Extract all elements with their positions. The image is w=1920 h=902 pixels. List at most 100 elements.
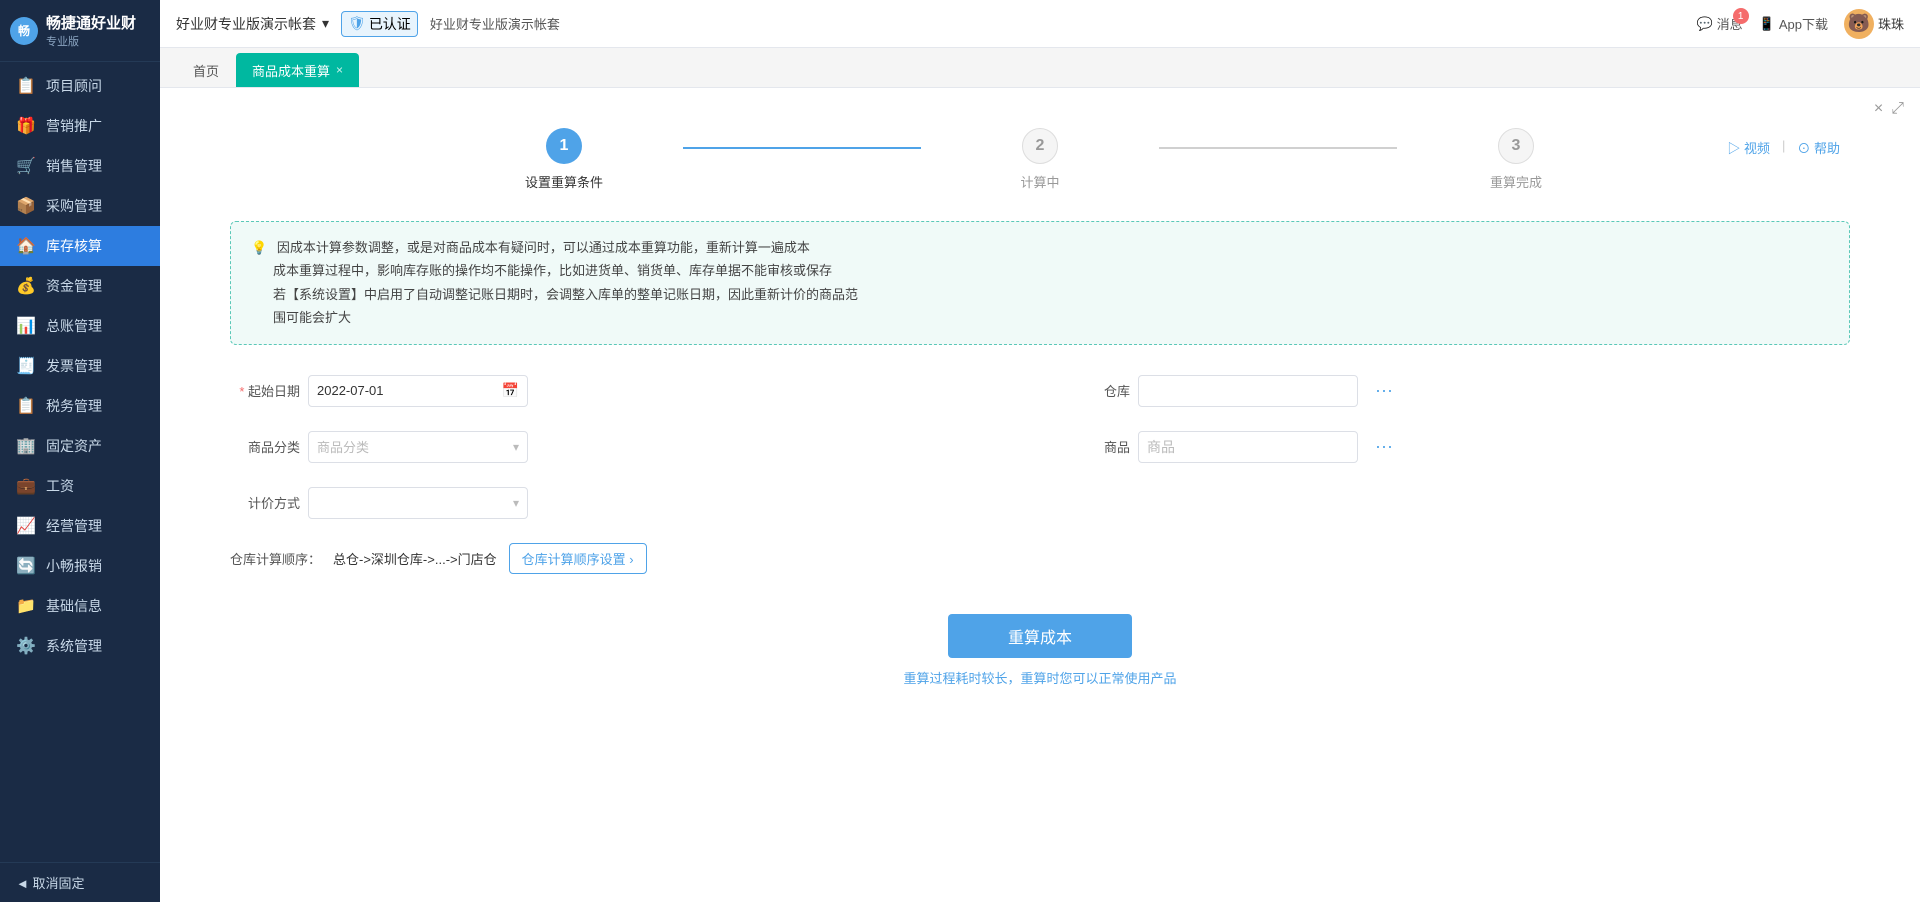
expense-icon: 🔄 bbox=[16, 556, 36, 576]
tab-recalc-label: 商品成本重算 bbox=[252, 61, 330, 80]
tab-close-icon[interactable]: × bbox=[336, 63, 343, 77]
verified-text: 已认证 bbox=[369, 14, 411, 34]
notification-badge: 1 bbox=[1733, 8, 1749, 24]
account-name: 好业财专业版演示帐套 bbox=[176, 14, 316, 34]
help-link[interactable]: ⊙ 帮助 bbox=[1797, 138, 1840, 157]
marketing-icon: 🎁 bbox=[16, 116, 36, 136]
action-area: 重算成本 重算过程耗时较长，重算时您可以正常使用产品 bbox=[190, 604, 1890, 707]
warehouse-order-label: 仓库计算顺序： bbox=[230, 549, 321, 568]
info-line-4: 围可能会扩大 bbox=[273, 310, 351, 325]
info-box: 💡 因成本计算参数调整，或是对商品成本有疑问时，可以通过成本重算功能，重新计算一… bbox=[230, 221, 1850, 345]
step-container: 1 设置重算条件 2 计算中 3 重算完成 ▷ 视频 | ⊙ 帮助 bbox=[190, 108, 1890, 221]
sidebar-item-finance[interactable]: 💰 资金管理 bbox=[0, 266, 160, 306]
purchase-icon: 📦 bbox=[16, 196, 36, 216]
expand-window-button[interactable]: ⤢ bbox=[1891, 100, 1904, 118]
sidebar-item-label: 基础信息 bbox=[46, 596, 102, 616]
sidebar-item-label: 总账管理 bbox=[46, 316, 102, 336]
goods-input[interactable]: 商品 bbox=[1138, 431, 1358, 463]
tab-recalc[interactable]: 商品成本重算 × bbox=[236, 53, 359, 87]
tabbar: 首页 商品成本重算 × bbox=[160, 48, 1920, 88]
main-area: 好业财专业版演示帐套 ▾ 🛡 已认证 好业财专业版演示帐套 💬 消息 1 📱 A… bbox=[160, 0, 1920, 902]
category-placeholder: 商品分类 bbox=[317, 437, 369, 456]
tab-home[interactable]: 首页 bbox=[176, 53, 236, 87]
pricing-select[interactable]: ▾ bbox=[308, 487, 528, 519]
form-row-3: 计价方式 ▾ bbox=[230, 487, 1850, 519]
step-3: 3 重算完成 bbox=[1397, 128, 1635, 191]
sidebar-item-basic[interactable]: 📁 基础信息 bbox=[0, 586, 160, 626]
sidebar-item-expense[interactable]: 🔄 小畅报销 bbox=[0, 546, 160, 586]
sidebar-item-purchase[interactable]: 📦 采购管理 bbox=[0, 186, 160, 226]
sidebar-footer[interactable]: ◄ 取消固定 bbox=[0, 862, 160, 902]
inventory-icon: 🏠 bbox=[16, 236, 36, 256]
info-line-3: 若【系统设置】中启用了自动调整记账日期时，会调整入库单的整单记账日期，因此重新计… bbox=[273, 287, 858, 302]
form-row-2: 商品分类 商品分类 ▾ 商品 商品 ··· bbox=[230, 431, 1850, 463]
sidebar-item-project[interactable]: 📋 项目顾问 bbox=[0, 66, 160, 106]
sidebar-item-label: 经营管理 bbox=[46, 516, 102, 536]
system-icon: ⚙️ bbox=[16, 636, 36, 656]
step-2-circle: 2 bbox=[1022, 128, 1058, 164]
company-name: 好业财专业版演示帐套 bbox=[430, 14, 560, 33]
goods-more-button[interactable]: ··· bbox=[1366, 431, 1416, 463]
sidebar-title: 畅捷通好业财 bbox=[46, 12, 136, 33]
messages-button[interactable]: 💬 消息 1 bbox=[1696, 14, 1742, 33]
sidebar-subtitle: 专业版 bbox=[46, 33, 136, 49]
warehouse-order-btn-label: 仓库计算顺序设置 › bbox=[522, 549, 634, 568]
tab-home-label: 首页 bbox=[193, 61, 219, 80]
account-dropdown-icon[interactable]: ▾ bbox=[322, 15, 329, 32]
sidebar-item-invoice[interactable]: 🧾 发票管理 bbox=[0, 346, 160, 386]
sidebar-item-tax[interactable]: 📋 税务管理 bbox=[0, 386, 160, 426]
warehouse-order-row: 仓库计算顺序： 总仓->深圳仓库->...->门店仓 仓库计算顺序设置 › bbox=[190, 543, 1890, 574]
sidebar-item-accounting[interactable]: 📊 总账管理 bbox=[0, 306, 160, 346]
start-date-input[interactable] bbox=[309, 383, 494, 398]
form-row-1: 起始日期 📅 仓库 ··· bbox=[230, 375, 1850, 407]
sidebar-item-label: 发票管理 bbox=[46, 356, 102, 376]
sidebar-item-sales[interactable]: 🛒 销售管理 bbox=[0, 146, 160, 186]
sidebar-item-label: 税务管理 bbox=[46, 396, 102, 416]
sidebar-item-label: 库存核算 bbox=[46, 236, 102, 256]
topbar: 好业财专业版演示帐套 ▾ 🛡 已认证 好业财专业版演示帐套 💬 消息 1 📱 A… bbox=[160, 0, 1920, 48]
basic-icon: 📁 bbox=[16, 596, 36, 616]
category-field: 商品分类 商品分类 ▾ bbox=[230, 431, 1020, 463]
sidebar-item-label: 工资 bbox=[46, 476, 74, 496]
sidebar-item-label: 资金管理 bbox=[46, 276, 102, 296]
start-date-input-wrapper[interactable]: 📅 bbox=[308, 375, 528, 407]
pricing-field: 计价方式 ▾ bbox=[230, 487, 1020, 519]
message-icon: 💬 bbox=[1696, 16, 1712, 32]
salary-icon: 💼 bbox=[16, 476, 36, 496]
step-3-label: 重算完成 bbox=[1490, 172, 1542, 191]
help-links: ▷ 视频 | ⊙ 帮助 bbox=[1727, 138, 1840, 157]
warehouse-more-button[interactable]: ··· bbox=[1366, 375, 1416, 407]
sidebar-item-label: 销售管理 bbox=[46, 156, 102, 176]
warehouse-order-settings-button[interactable]: 仓库计算顺序设置 › bbox=[509, 543, 647, 574]
assets-icon: 🏢 bbox=[16, 436, 36, 456]
user-menu[interactable]: 🐻 珠珠 bbox=[1844, 9, 1904, 39]
tax-icon: 📋 bbox=[16, 396, 36, 416]
warehouse-order-value: 总仓->深圳仓库->...->门店仓 bbox=[333, 549, 497, 568]
account-selector[interactable]: 好业财专业版演示帐套 ▾ bbox=[176, 14, 329, 34]
start-date-field: 起始日期 📅 bbox=[230, 375, 1020, 407]
sidebar-item-salary[interactable]: 💼 工资 bbox=[0, 466, 160, 506]
goods-placeholder: 商品 bbox=[1147, 437, 1175, 457]
sidebar-item-marketing[interactable]: 🎁 营销推广 bbox=[0, 106, 160, 146]
step-1-label: 设置重算条件 bbox=[525, 172, 603, 191]
info-line-2: 成本重算过程中，影响库存账的操作均不能操作，比如进货单、销货单、库存单据不能审核… bbox=[273, 263, 832, 278]
warehouse-field: 仓库 ··· bbox=[1060, 375, 1850, 407]
info-line-1: 因成本计算参数调整，或是对商品成本有疑问时，可以通过成本重算功能，重新计算一遍成… bbox=[277, 240, 810, 255]
category-select[interactable]: 商品分类 ▾ bbox=[308, 431, 528, 463]
sidebar-item-inventory[interactable]: 🏠 库存核算 bbox=[0, 226, 160, 266]
video-link[interactable]: ▷ 视频 bbox=[1727, 138, 1770, 157]
recalc-tip: 重算过程耗时较长，重算时您可以正常使用产品 bbox=[903, 668, 1176, 687]
warehouse-input[interactable] bbox=[1138, 375, 1358, 407]
app-download-button[interactable]: 📱 App下载 bbox=[1759, 14, 1828, 33]
calendar-icon[interactable]: 📅 bbox=[494, 382, 527, 399]
sidebar-item-operations[interactable]: 📈 经营管理 bbox=[0, 506, 160, 546]
category-dropdown-icon: ▾ bbox=[513, 440, 519, 454]
step-line-1 bbox=[683, 147, 921, 149]
project-icon: 📋 bbox=[16, 76, 36, 96]
sidebar-item-assets[interactable]: 🏢 固定资产 bbox=[0, 426, 160, 466]
recalc-button[interactable]: 重算成本 bbox=[948, 614, 1132, 658]
avatar: 🐻 bbox=[1844, 9, 1874, 39]
sidebar-item-system[interactable]: ⚙️ 系统管理 bbox=[0, 626, 160, 666]
topbar-actions: 💬 消息 1 📱 App下载 🐻 珠珠 bbox=[1696, 9, 1904, 39]
step-line-2 bbox=[1159, 147, 1397, 149]
